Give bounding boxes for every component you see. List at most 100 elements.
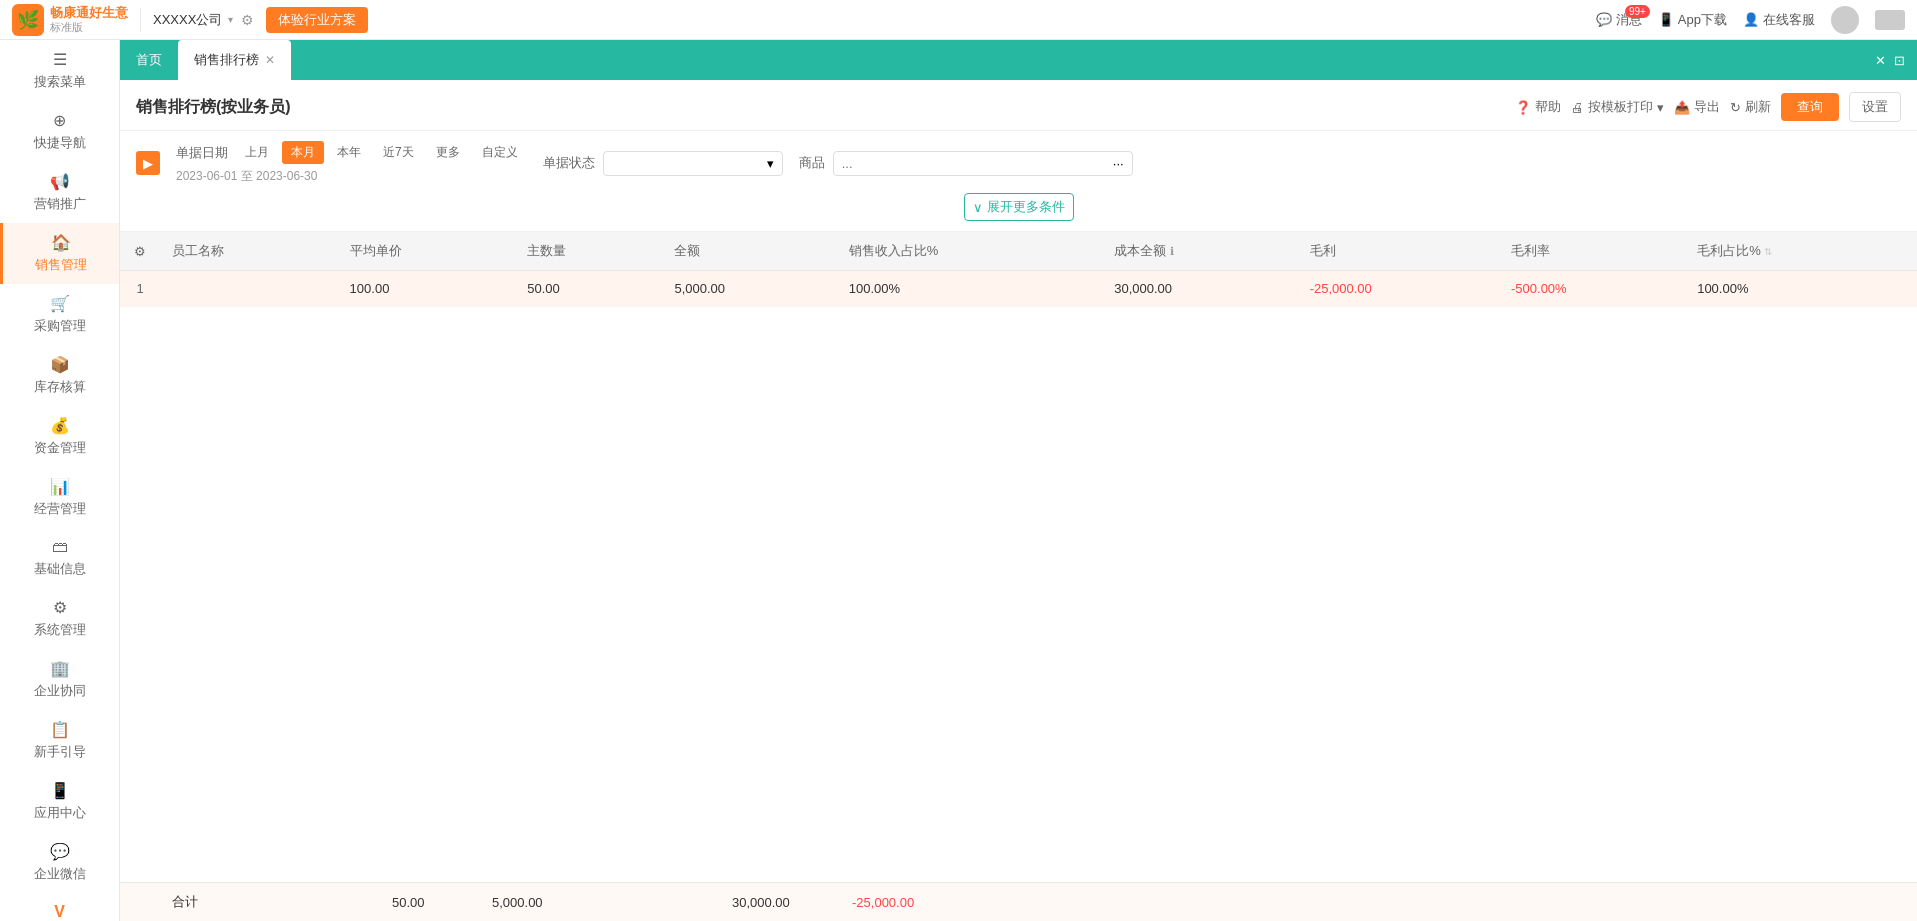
sidebar-item-enterprise[interactable]: 🏢 企业协同 (0, 649, 119, 710)
page-actions: ❓ 帮助 🖨 按模板打印 ▾ 📤 导出 ↻ 刷新 (1515, 92, 1901, 122)
footer-label: 合计 (172, 893, 292, 911)
tab-bar-right: ✕ ⊡ (1875, 53, 1917, 68)
sidebar-item-newbie[interactable]: 📋 新手引导 (0, 710, 119, 771)
sidebar-item-wechat[interactable]: 💬 企业微信 (0, 832, 119, 893)
table-container: ⚙ 员工名称 平均单价 主数量 全额 销售收入占比% 成本全额 ℹ 毛利 毛利率… (120, 232, 1917, 882)
sidebar-item-search[interactable]: ☰ 搜索菜单 (0, 40, 119, 101)
cell-avg-price: 100.00 (338, 271, 516, 307)
finance-icon: 💰 (50, 416, 70, 435)
sidebar-item-member[interactable]: V 畅会员 (0, 893, 119, 921)
col-employee: 员工名称 (160, 232, 338, 271)
tab-sales-ranking[interactable]: 销售排行榜 ✕ (178, 40, 291, 80)
status-filter-label: 单据状态 (543, 154, 595, 172)
export-button[interactable]: 📤 导出 (1674, 98, 1720, 116)
sidebar-item-operations[interactable]: 📊 经营管理 (0, 467, 119, 528)
date-btn-this-year[interactable]: 本年 (328, 141, 370, 164)
help-icon: ❓ (1515, 100, 1531, 115)
expand-more-button[interactable]: ∨ 展开更多条件 (964, 193, 1074, 221)
newbie-icon: 📋 (50, 720, 70, 739)
app-subtitle: 标准版 (50, 21, 128, 34)
sidebar-item-purchase[interactable]: 🛒 采购管理 (0, 284, 119, 345)
col-settings[interactable]: ⚙ (120, 232, 160, 271)
sidebar-item-sales[interactable]: 🏠 销售管理 (0, 223, 119, 284)
page-content: 销售排行榜(按业务员) ❓ 帮助 🖨 按模板打印 ▾ 📤 导出 (120, 80, 1917, 921)
date-btn-last-month[interactable]: 上月 (236, 141, 278, 164)
date-btn-more[interactable]: 更多 (427, 141, 469, 164)
goods-search-input[interactable] (842, 156, 1113, 171)
sidebar-item-basic[interactable]: 🗃 基础信息 (0, 528, 119, 588)
purchase-icon: 🛒 (50, 294, 70, 313)
settings-button[interactable]: 设置 (1849, 92, 1901, 122)
online-service-btn[interactable]: 👤 在线客服 (1743, 11, 1815, 29)
tab-close-icon[interactable]: ✕ (265, 53, 275, 67)
message-btn[interactable]: 💬 消息 99+ (1596, 11, 1642, 29)
col-gross-pct[interactable]: 毛利占比% ⇅ (1685, 232, 1917, 271)
template-print-button[interactable]: 🖨 按模板打印 ▾ (1571, 98, 1664, 116)
footer-amount: 5,000.00 (492, 895, 612, 910)
refresh-button[interactable]: ↻ 刷新 (1730, 98, 1771, 116)
sidebar-item-marketing[interactable]: 📢 营销推广 (0, 162, 119, 223)
filter-collapse-icon[interactable]: ▶ (136, 151, 160, 175)
service-icon: 👤 (1743, 12, 1759, 27)
app-name: 畅康通好生意 (50, 5, 128, 21)
footer-cost: 30,000.00 (732, 895, 852, 910)
status-filter: 单据状态 ▾ (543, 151, 783, 176)
search-menu-icon: ☰ (53, 50, 67, 69)
date-btn-custom[interactable]: 自定义 (473, 141, 527, 164)
col-amount: 全额 (662, 232, 836, 271)
sidebar-item-finance[interactable]: 💰 资金管理 (0, 406, 119, 467)
sidebar-item-inventory[interactable]: 📦 库存核算 (0, 345, 119, 406)
date-buttons: 上月 本月 本年 近7天 更多 自定义 (236, 141, 527, 164)
app-download-btn[interactable]: 📱 App下载 (1658, 11, 1727, 29)
status-select[interactable]: ▾ (603, 151, 783, 176)
window-close-icon[interactable]: ✕ (1875, 53, 1886, 68)
sidebar-label-purchase: 采购管理 (34, 317, 86, 335)
inventory-icon: 📦 (50, 355, 70, 374)
table-header-row: ⚙ 员工名称 平均单价 主数量 全额 销售收入占比% 成本全额 ℹ 毛利 毛利率… (120, 232, 1917, 271)
help-button[interactable]: ❓ 帮助 (1515, 98, 1561, 116)
cell-sales-pct: 100.00% (837, 271, 1102, 307)
date-btn-7days[interactable]: 近7天 (374, 141, 423, 164)
sidebar-label-enterprise: 企业协同 (34, 682, 86, 700)
trial-button[interactable]: 体验行业方案 (266, 7, 368, 33)
wechat-icon: 💬 (50, 842, 70, 861)
sidebar-label-inventory: 库存核算 (34, 378, 86, 396)
print-icon: 🖨 (1571, 100, 1584, 115)
date-btn-this-month[interactable]: 本月 (282, 141, 324, 164)
cell-gross-rate: -500.00% (1499, 271, 1685, 307)
tab-home[interactable]: 首页 (120, 40, 178, 80)
goods-filter: 商品 ··· (799, 151, 1133, 176)
cell-cost: 30,000.00 (1102, 271, 1297, 307)
export-label: 导出 (1694, 98, 1720, 116)
marketing-icon: 📢 (50, 172, 70, 191)
sidebar-label-basic: 基础信息 (34, 560, 86, 578)
status-chevron-icon: ▾ (767, 156, 774, 171)
footer-gross: -25,000.00 (852, 895, 972, 910)
template-print-label: 按模板打印 (1588, 98, 1653, 116)
col-qty: 主数量 (515, 232, 662, 271)
goods-input-wrapper[interactable]: ··· (833, 151, 1133, 176)
sidebar-label-marketing: 营销推广 (34, 195, 86, 213)
date-filter-label: 单据日期 (176, 144, 228, 162)
help-label: 帮助 (1535, 98, 1561, 116)
main-layout: ☰ 搜索菜单 ⊕ 快捷导航 📢 营销推广 🏠 销售管理 🛒 采购管理 📦 库存核… (0, 40, 1917, 921)
operations-icon: 📊 (50, 477, 70, 496)
export-icon: 📤 (1674, 100, 1690, 115)
company-selector[interactable]: XXXXX公司 ▾ (153, 11, 233, 29)
goods-filter-label: 商品 (799, 154, 825, 172)
date-range-display: 2023-06-01 至 2023-06-30 (176, 168, 527, 185)
window-expand-icon[interactable]: ⊡ (1894, 53, 1905, 68)
sidebar-item-shortcut[interactable]: ⊕ 快捷导航 (0, 101, 119, 162)
active-tab-label: 销售排行榜 (194, 51, 259, 69)
company-settings-icon[interactable]: ⚙ (241, 12, 254, 28)
sidebar-label-finance: 资金管理 (34, 439, 86, 457)
sidebar-item-apps[interactable]: 📱 应用中心 (0, 771, 119, 832)
shortcut-icon: ⊕ (53, 111, 66, 130)
goods-dots-icon: ··· (1113, 156, 1124, 171)
sidebar-item-system[interactable]: ⚙ 系统管理 (0, 588, 119, 649)
query-button[interactable]: 查询 (1781, 93, 1839, 121)
sidebar-label-operations: 经营管理 (34, 500, 86, 518)
sidebar-label-sales: 销售管理 (35, 256, 87, 274)
user-avatar[interactable] (1831, 6, 1859, 34)
refresh-label: 刷新 (1745, 98, 1771, 116)
